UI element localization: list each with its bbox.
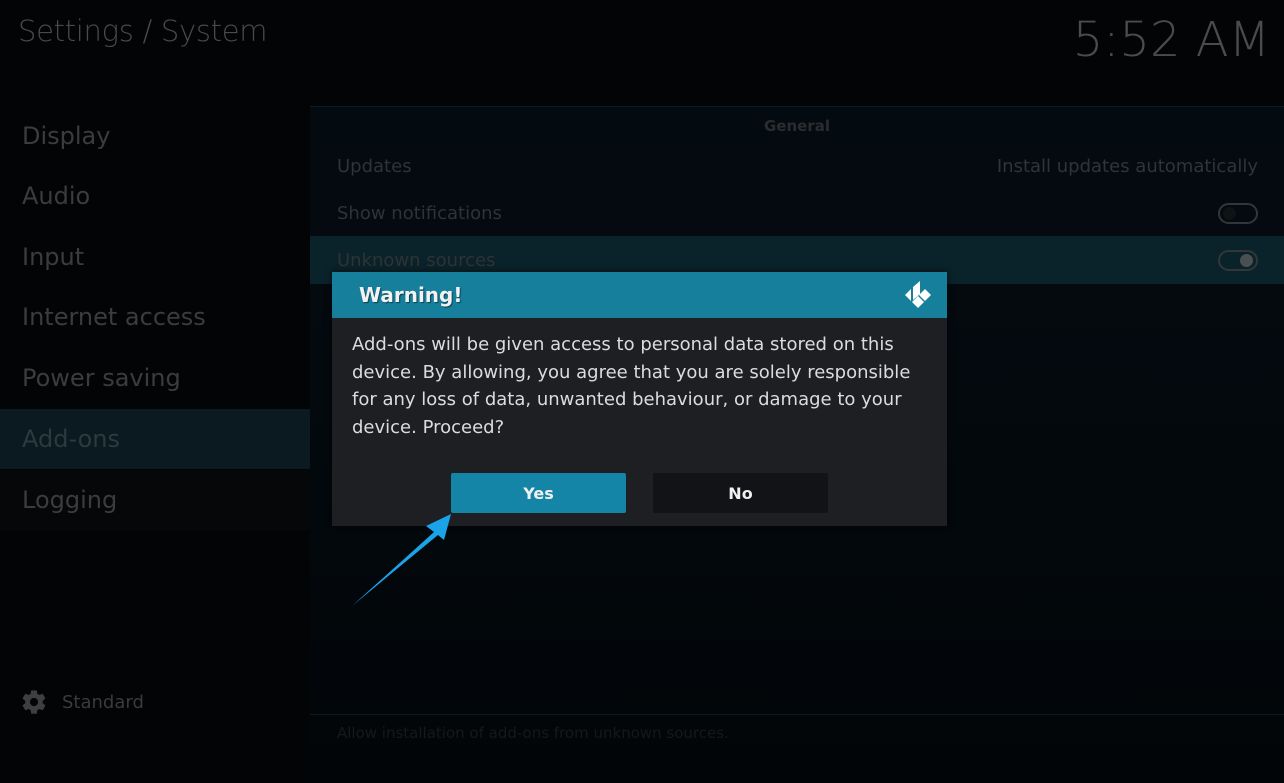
sidebar-item-label: Input: [22, 243, 85, 271]
annotation-arrow-icon: [352, 514, 451, 606]
yes-button[interactable]: Yes: [451, 473, 626, 513]
divider: [310, 106, 1284, 107]
kodi-logo-icon: [905, 281, 931, 308]
dialog-header: Warning!: [332, 272, 947, 318]
toggle-switch-on[interactable]: [1218, 249, 1258, 271]
toggle-knob: [1240, 253, 1253, 267]
dialog-buttons: Yes No: [332, 473, 947, 514]
divider: [310, 714, 1284, 715]
setting-description: Allow installation of add-ons from unkno…: [337, 724, 729, 742]
toggle-switch-off[interactable]: [1218, 202, 1258, 224]
no-button[interactable]: No: [653, 473, 828, 513]
kodi-settings-screen: Settings / System 5:52 AM Display Audio …: [0, 0, 1284, 783]
page-title: Settings / System: [18, 14, 268, 48]
sidebar-item-audio[interactable]: Audio: [0, 166, 310, 226]
gear-icon: [22, 690, 46, 714]
dialog-title: Warning!: [359, 283, 463, 307]
setting-show-notifications[interactable]: Show notifications: [310, 189, 1284, 237]
sidebar-item-label: Power saving: [22, 364, 181, 392]
sidebar-item-power-saving[interactable]: Power saving: [0, 348, 310, 408]
setting-value: Install updates automatically: [996, 155, 1258, 177]
sidebar-item-label: Add-ons: [22, 425, 120, 453]
sidebar-item-add-ons[interactable]: Add-ons: [0, 409, 310, 469]
setting-label: Unknown sources: [337, 249, 496, 271]
warning-dialog: Warning! Add-ons will be given access to…: [332, 272, 947, 526]
setting-updates[interactable]: Updates Install updates automatically: [310, 142, 1284, 190]
sidebar-item-label: Audio: [22, 182, 91, 210]
sidebar-item-label: Internet access: [22, 303, 206, 331]
toggle-knob: [1223, 206, 1236, 220]
dialog-message: Add-ons will be given access to personal…: [352, 334, 911, 438]
sidebar: Display Audio Input Internet access Powe…: [0, 106, 310, 666]
sidebar-item-internet-access[interactable]: Internet access: [0, 287, 310, 347]
setting-label: Show notifications: [337, 202, 502, 224]
sidebar-item-input[interactable]: Input: [0, 227, 310, 287]
settings-level-label: Standard: [62, 691, 144, 713]
section-title: General: [764, 117, 830, 135]
settings-level-button[interactable]: Standard: [20, 688, 144, 716]
setting-label: Updates: [337, 155, 412, 177]
sidebar-item-label: Display: [22, 122, 111, 150]
sidebar-item-logging[interactable]: Logging: [0, 470, 310, 530]
sidebar-item-label: Logging: [22, 486, 118, 514]
sidebar-item-display[interactable]: Display: [0, 106, 310, 166]
clock: 5:52 AM: [1072, 12, 1270, 68]
